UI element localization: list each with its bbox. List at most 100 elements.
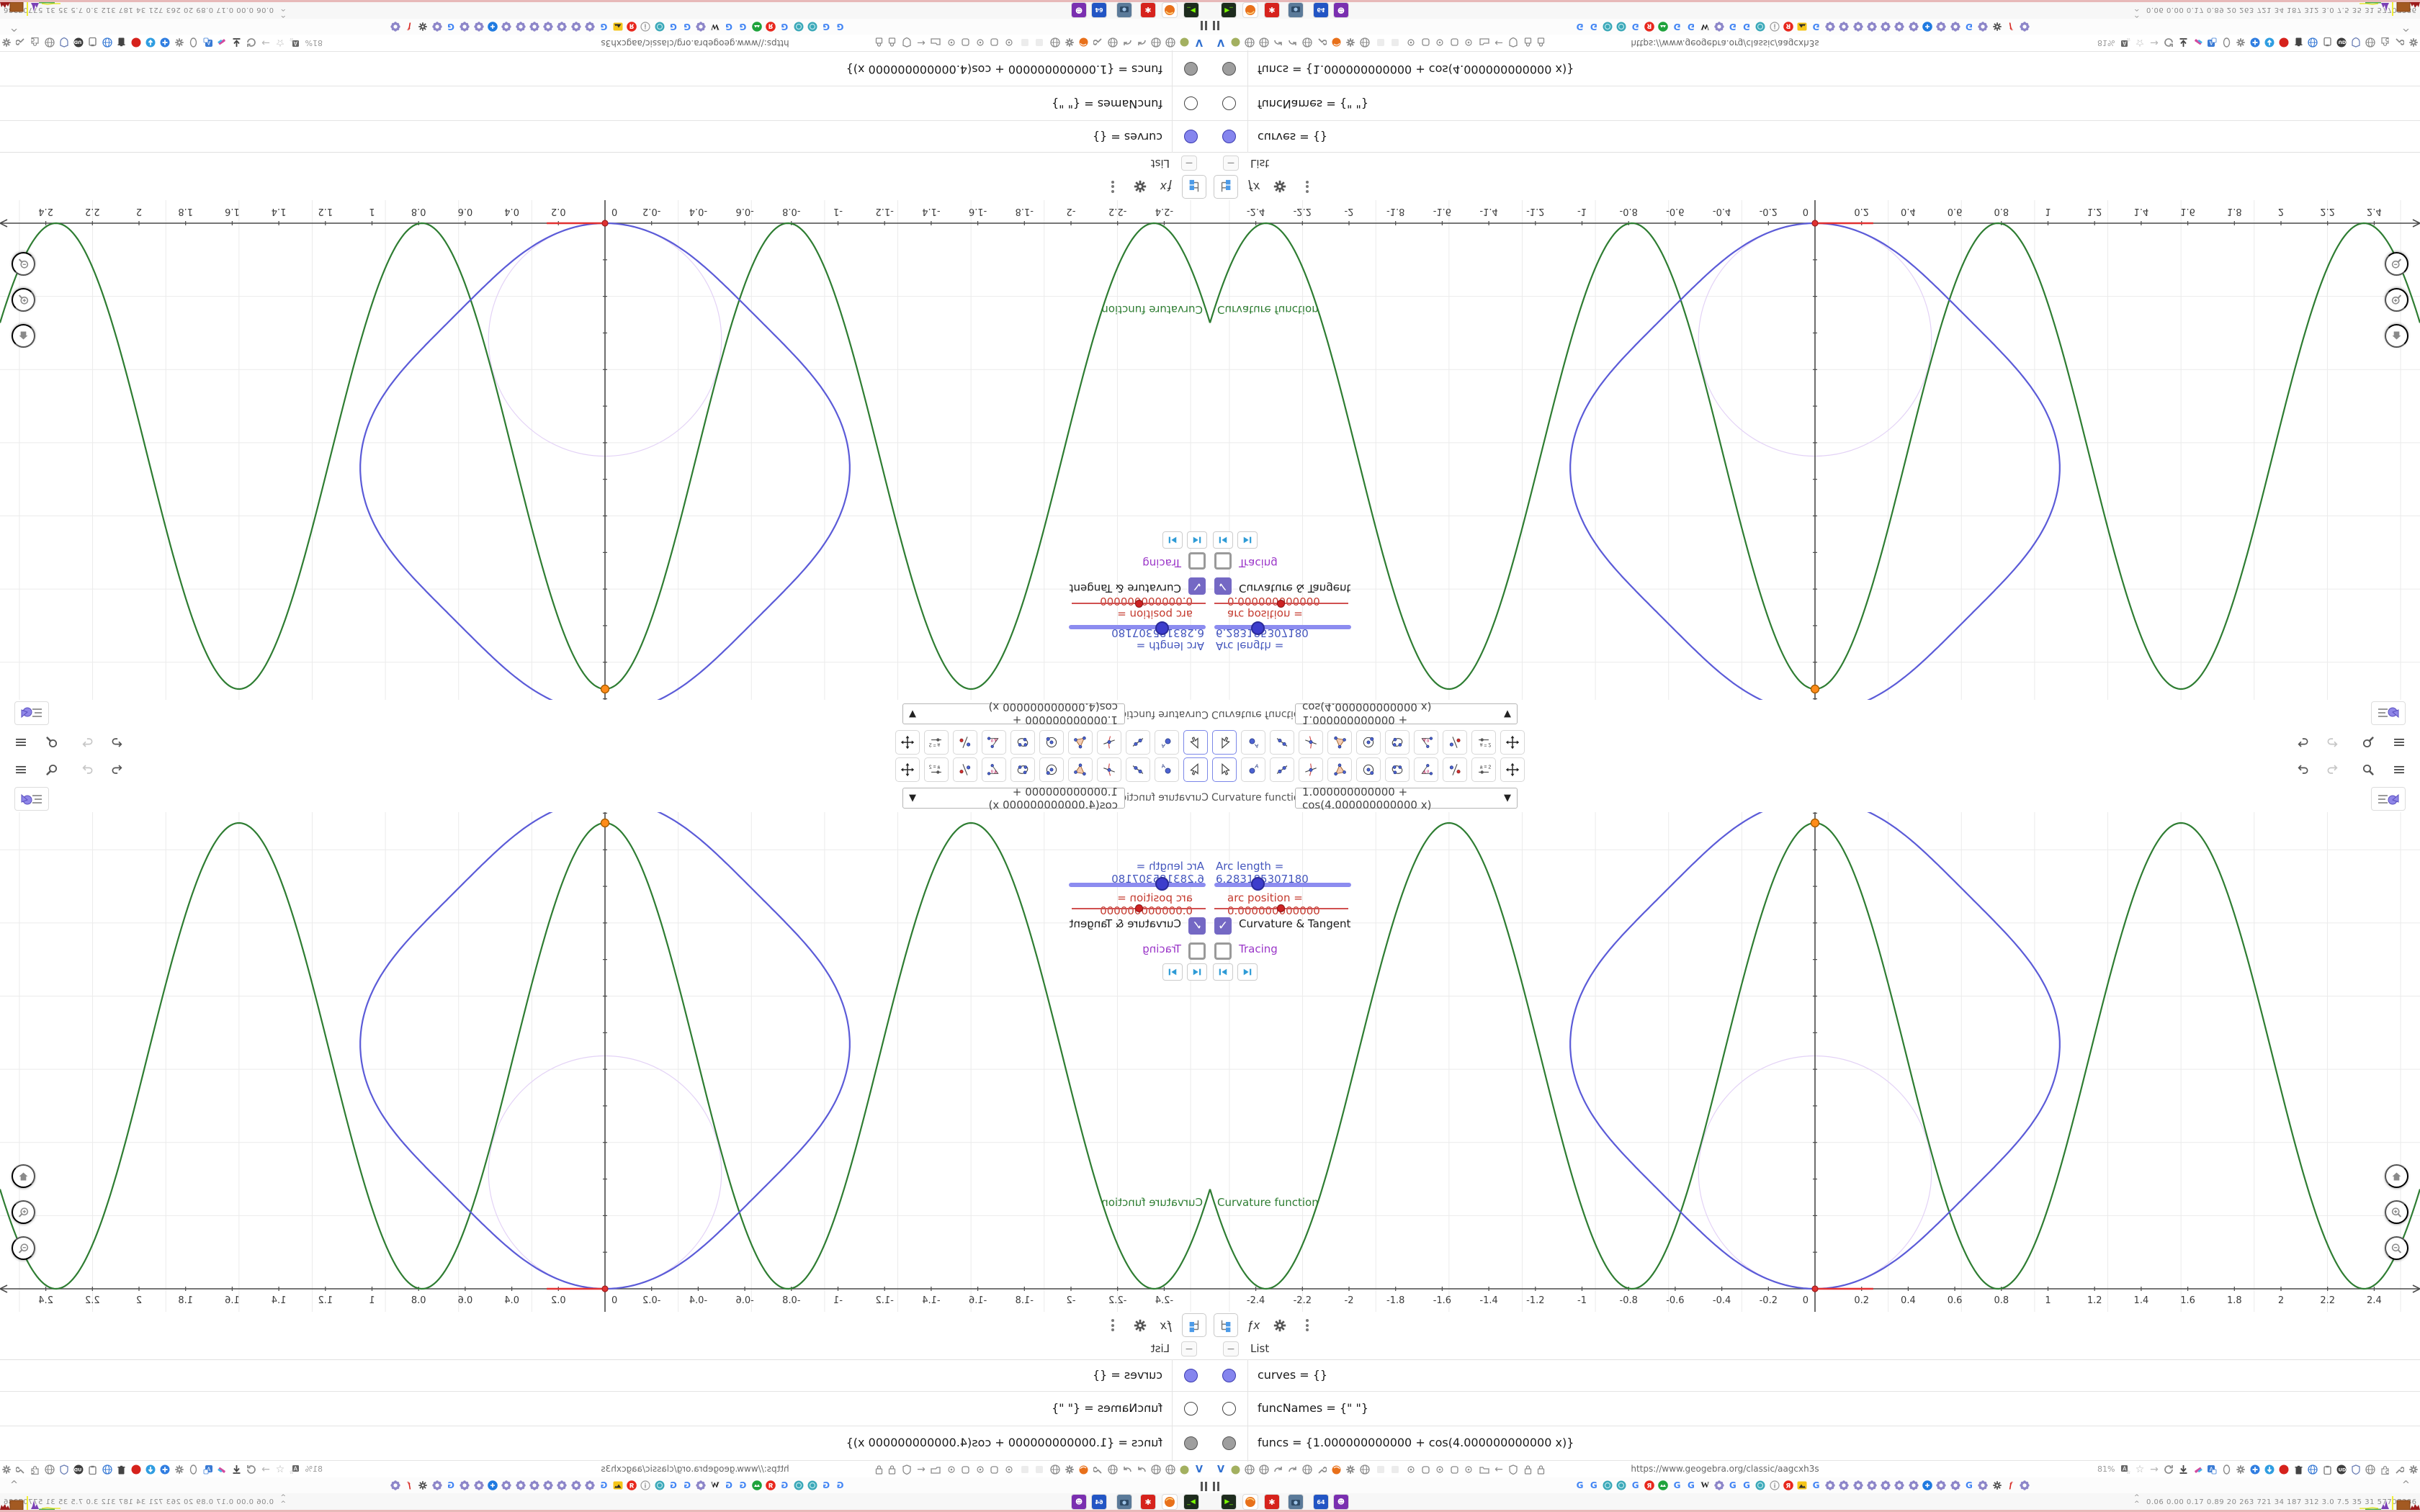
star-icon[interactable]: ☆: [2133, 1463, 2146, 1476]
bookmark-ya[interactable]: Я: [765, 1479, 777, 1491]
globe-icon[interactable]: [2364, 1463, 2377, 1476]
taskbar-app-camera[interactable]: [1117, 3, 1131, 17]
curvature-tangent-checkbox[interactable]: ✓: [1188, 577, 1206, 595]
bookmark-flower[interactable]: [1838, 21, 1850, 33]
tool-ellipse[interactable]: [1010, 757, 1035, 782]
bookmark-f-red[interactable]: f: [2004, 1479, 2017, 1491]
wrench2-icon[interactable]: [2393, 1463, 2406, 1476]
bookmark-info[interactable]: i: [1768, 21, 1780, 33]
tool-line[interactable]: [1270, 757, 1294, 782]
algebra-row[interactable]: funcs = {1.000000000000 + cos(4.00000000…: [0, 1426, 1210, 1461]
trash-icon[interactable]: [115, 1463, 128, 1476]
bookmark-flower[interactable]: [1977, 21, 1989, 33]
bookmarks-overflow-chevron[interactable]: ^: [2402, 1480, 2410, 1490]
redo-arrow-icon[interactable]: [1121, 36, 1134, 49]
bookmark-flower[interactable]: [1865, 1479, 1878, 1491]
wrench-icon[interactable]: [1092, 1463, 1105, 1476]
peak-point[interactable]: [600, 818, 610, 828]
trash-icon[interactable]: [2292, 1463, 2305, 1476]
bookmark-f-red[interactable]: f: [403, 1479, 416, 1491]
taskbar-app-mask[interactable]: ☻: [1334, 3, 1348, 17]
ghost-sq-icon[interactable]: [1374, 36, 1387, 49]
bookmark-teal[interactable]: [792, 21, 805, 33]
puzzle-icon[interactable]: [2378, 36, 2391, 49]
settings-gear-icon[interactable]: [1128, 1313, 1152, 1337]
home-button[interactable]: [2385, 324, 2408, 348]
plus-circle-icon[interactable]: [158, 1463, 171, 1476]
tool-move[interactable]: [1183, 730, 1208, 755]
ghost-sq-icon[interactable]: [1018, 36, 1031, 49]
bookmark-ya[interactable]: Я: [1644, 21, 1656, 33]
taskbar-app-firefox[interactable]: [1243, 3, 1258, 17]
bookmark-G[interactable]: G: [667, 1479, 679, 1491]
visibility-dot[interactable]: [1184, 1436, 1198, 1450]
visibility-dot[interactable]: [1184, 1401, 1198, 1416]
trash-icon[interactable]: [115, 36, 128, 49]
arc-start-point[interactable]: [1811, 1285, 1819, 1292]
bookmark-G[interactable]: G: [1671, 21, 1683, 33]
menu-icon[interactable]: [2388, 759, 2410, 780]
redo-button[interactable]: [77, 732, 99, 753]
bookmark-G[interactable]: G: [723, 1479, 735, 1491]
taskbar-app-firefox[interactable]: [1162, 3, 1177, 17]
bookmark-green[interactable]: [750, 21, 763, 33]
zoom-out-button[interactable]: [12, 252, 35, 276]
arc-length-slider[interactable]: [1214, 883, 1351, 887]
sort-by-type-icon[interactable]: [1214, 175, 1238, 199]
bookmark-flower[interactable]: [1713, 21, 1725, 33]
arc-position-slider-knob[interactable]: [1135, 904, 1143, 912]
wrench-icon[interactable]: [1315, 36, 1328, 49]
sort-by-type-icon[interactable]: [1214, 1313, 1238, 1337]
undo-button[interactable]: [2293, 759, 2314, 780]
home-button[interactable]: [2385, 1164, 2408, 1188]
bookmark-info[interactable]: i: [1768, 1479, 1780, 1491]
bookmark-info[interactable]: i: [640, 1479, 652, 1491]
bookmark-flower[interactable]: [431, 1479, 443, 1491]
down-circle-icon[interactable]: [2263, 36, 2276, 49]
menu-icon[interactable]: [10, 732, 32, 753]
algebra-row[interactable]: funcs = {1.000000000000 + cos(4.00000000…: [1210, 51, 2420, 86]
reload-icon[interactable]: [2162, 36, 2175, 49]
menu-icon[interactable]: [2388, 732, 2410, 753]
wrench2-icon[interactable]: [14, 1463, 27, 1476]
clipboard-icon[interactable]: [86, 1463, 99, 1476]
skip-end-button[interactable]: [1162, 963, 1183, 981]
tool-polygon[interactable]: [1327, 730, 1352, 755]
bookmark-W[interactable]: W: [709, 1479, 721, 1491]
tool-move-view[interactable]: [1500, 757, 1525, 782]
algebra-row[interactable]: curves = {}: [1210, 1359, 2420, 1392]
globe-icon[interactable]: [2364, 36, 2377, 49]
arc-length-slider-knob[interactable]: [1251, 877, 1265, 891]
algebra-row[interactable]: curves = {}: [0, 1359, 1210, 1392]
bookmark-ya[interactable]: Я: [1783, 1479, 1795, 1491]
bookmark-teal[interactable]: [806, 1479, 818, 1491]
pause-bookmark-icon[interactable]: [1213, 18, 1222, 32]
toggle-dot-icon[interactable]: [1462, 36, 1475, 49]
red-circle-icon[interactable]: [130, 1463, 143, 1476]
bookmark-ya[interactable]: Я: [765, 21, 777, 33]
bookmark-flower[interactable]: [1824, 21, 1836, 33]
tool-polygon[interactable]: [1327, 757, 1352, 782]
taskbar-app-floppy64[interactable]: 64: [1092, 3, 1106, 17]
translate-blue-icon[interactable]: A: [2205, 1463, 2218, 1476]
globe-icon[interactable]: [1150, 1463, 1162, 1476]
firefox-dot-icon[interactable]: [1330, 1463, 1343, 1476]
oval-icon[interactable]: [187, 1463, 200, 1476]
taskbar-app-mask[interactable]: ☻: [1334, 1495, 1348, 1509]
globe-color-icon[interactable]: [101, 36, 114, 49]
bookmark-flower[interactable]: [1935, 21, 1948, 33]
ud-circle-icon[interactable]: UD: [2335, 36, 2348, 49]
translate-dark-icon[interactable]: A ☆: [288, 1463, 301, 1476]
bookmark-gear-dark[interactable]: [417, 1479, 429, 1491]
puzzle-icon[interactable]: [29, 36, 42, 49]
bookmark-G[interactable]: G: [681, 1479, 694, 1491]
bookmark-flower[interactable]: [389, 1479, 401, 1491]
bookmark-flower[interactable]: [1894, 21, 1906, 33]
peak-point[interactable]: [1810, 684, 1820, 694]
tool-move[interactable]: [1183, 757, 1208, 782]
bookmark-image[interactable]: [1796, 1479, 1809, 1491]
bookmark-ya[interactable]: Я: [1644, 1479, 1656, 1491]
bookmark-G[interactable]: G: [667, 21, 679, 33]
redo-button[interactable]: [77, 759, 99, 780]
globe-icon[interactable]: [1301, 1463, 1314, 1476]
